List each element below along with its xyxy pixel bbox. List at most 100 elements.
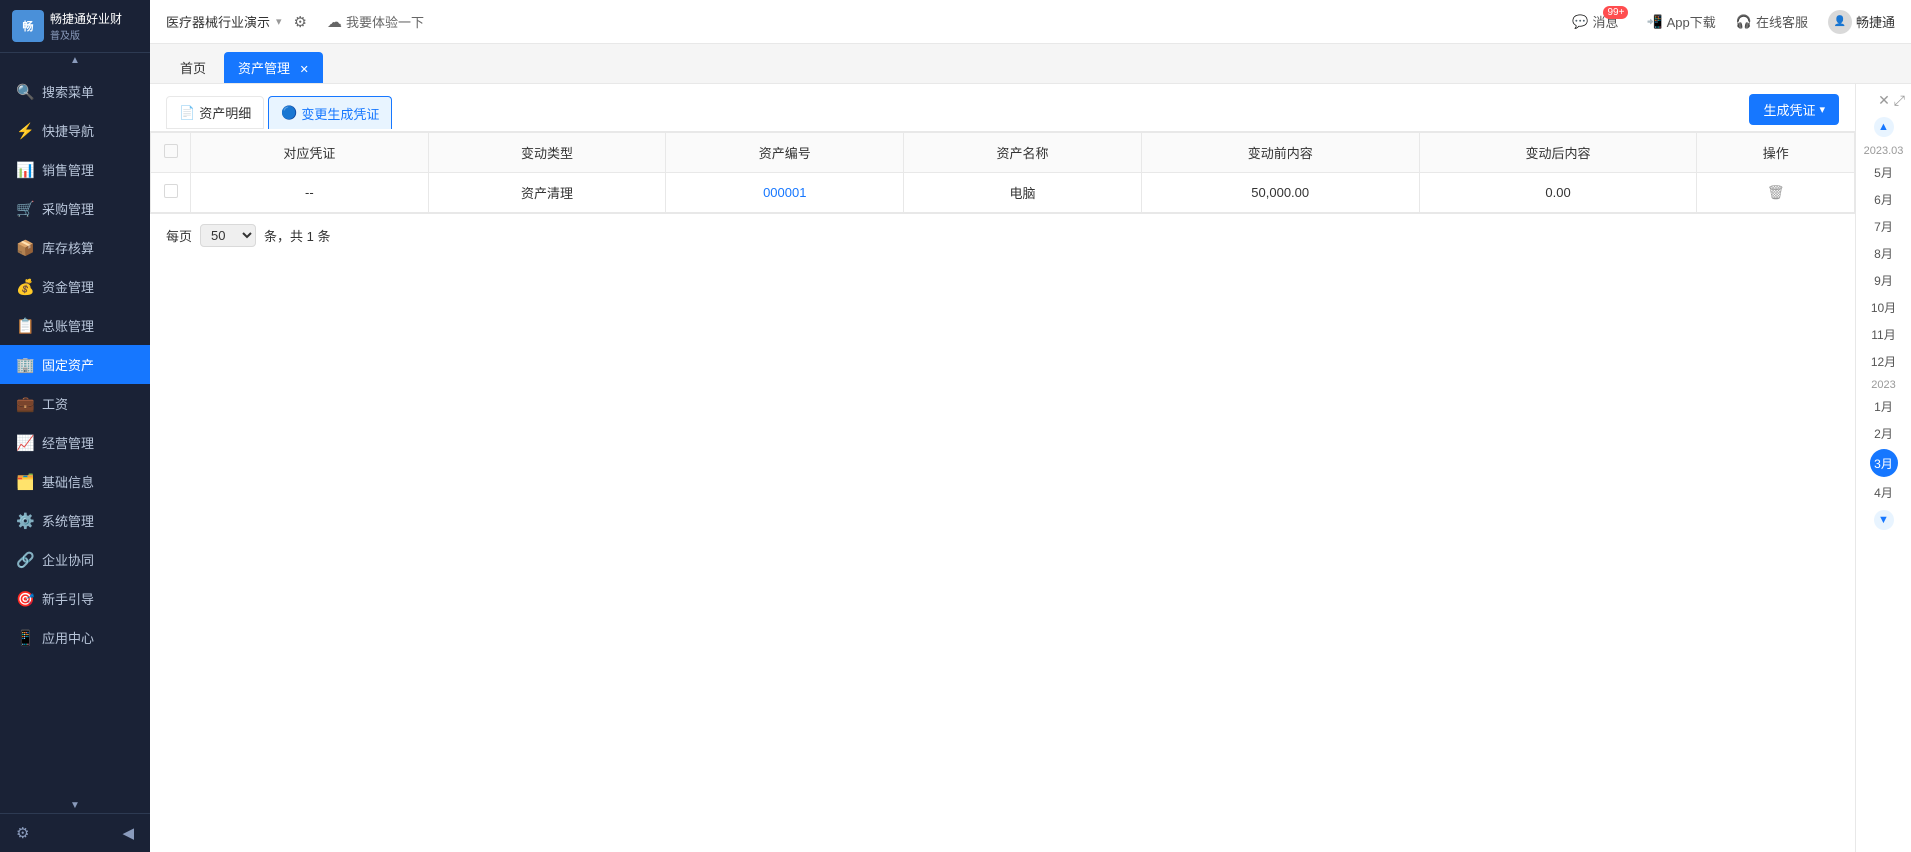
row-checkbox[interactable]	[164, 184, 178, 198]
tab-close-icon[interactable]: ✕	[300, 64, 309, 76]
delete-row-icon[interactable]: 🗑	[1767, 184, 1785, 200]
message-action[interactable]: 💬 消息 99+	[1572, 12, 1618, 31]
sidebar-item-management[interactable]: 📈 经营管理	[0, 423, 150, 462]
timeline-scroll-up: ▲	[1862, 113, 1905, 141]
timeline-month-3-current[interactable]: 3月	[1870, 449, 1898, 477]
timeline-year-2023: 2023	[1862, 375, 1905, 393]
timeline-month-5[interactable]: 5月	[1862, 159, 1905, 186]
management-icon: 📈	[16, 434, 34, 452]
sidebar-item-basic[interactable]: 🗂️ 基础信息	[0, 462, 150, 501]
col-action: 操作	[1697, 133, 1855, 173]
sidebar-label-fixedasset: 固定资产	[42, 355, 94, 374]
timeline-month-4[interactable]: 4月	[1862, 479, 1905, 506]
tab-home-label: 首页	[180, 61, 206, 76]
logo-title: 畅捷通好业财	[50, 10, 122, 27]
timeline-month-8[interactable]: 8月	[1862, 240, 1905, 267]
col-after: 变动后内容	[1419, 133, 1697, 173]
tab-asset[interactable]: 资产管理 ✕	[224, 52, 323, 83]
sidebar-label-guide: 新手引导	[42, 589, 94, 608]
total-label: 条，共 1 条	[264, 226, 330, 245]
sidebar-item-fixedasset[interactable]: 🏢 固定资产	[0, 345, 150, 384]
sidebar-nav: 🔍 搜索菜单 ⚡ 快捷导航 📊 销售管理 🛒 采购管理 📦 库存核算 💰 资金管…	[0, 68, 150, 798]
logo-icon: 畅	[12, 10, 44, 42]
sidebar-scroll-down[interactable]: ▼	[70, 800, 80, 811]
row-type: 资产清理	[428, 173, 666, 213]
fixedasset-icon: 🏢	[16, 356, 34, 374]
user-menu[interactable]: 👤 畅捷通	[1828, 10, 1895, 34]
sidebar-item-system[interactable]: ⚙️ 系统管理	[0, 501, 150, 540]
basic-icon: 🗂️	[16, 473, 34, 491]
per-page-select[interactable]: 50 10 20 100	[200, 224, 256, 247]
collapse-icon[interactable]: ◀	[122, 824, 134, 842]
changerecord-icon: 🔵	[281, 105, 297, 121]
sidebar-item-inventory[interactable]: 📦 库存核算	[0, 228, 150, 267]
topbar-right: 💬 消息 99+ 📲 App下载 🎧 在线客服 👤 畅捷通	[1572, 10, 1895, 34]
row-assetno: 000001	[666, 173, 904, 213]
sidebar-item-ledger[interactable]: 📋 总账管理	[0, 306, 150, 345]
row-before: 50,000.00	[1141, 173, 1419, 213]
subtab-assetlist[interactable]: 📄 资产明细	[166, 96, 264, 129]
tab-home[interactable]: 首页	[166, 52, 220, 83]
timeline-up-arrow[interactable]: ▲	[1874, 117, 1894, 137]
sidebar-item-purchase[interactable]: 🛒 采购管理	[0, 189, 150, 228]
sidebar-item-enterprise[interactable]: 🔗 企业协同	[0, 540, 150, 579]
settings-gear-icon[interactable]: ⚙	[294, 13, 307, 31]
timeline-month-11[interactable]: 11月	[1862, 321, 1905, 348]
timeline-month-9[interactable]: 9月	[1862, 267, 1905, 294]
timeline-month-10[interactable]: 10月	[1862, 294, 1905, 321]
row-voucher: --	[191, 173, 429, 213]
message-icon: 💬	[1572, 14, 1588, 30]
data-table: 对应凭证 变动类型 资产编号 资产名称 变动前内容 变动后内容 操作	[150, 132, 1855, 213]
company-selector[interactable]: 医疗器械行业演示 ▾	[166, 12, 282, 31]
sidebar-scroll-up[interactable]: ▲	[70, 55, 80, 66]
settings-icon[interactable]: ⚙	[16, 824, 29, 842]
system-icon: ⚙️	[16, 512, 34, 530]
service-label: 在线客服	[1756, 12, 1808, 31]
timeline-month-7[interactable]: 7月	[1862, 213, 1905, 240]
service-icon: 🎧	[1736, 14, 1752, 30]
subtab-changerecord[interactable]: 🔵 变更生成凭证	[268, 96, 392, 129]
app-download-action[interactable]: 📲 App下载	[1646, 12, 1715, 31]
timeline-month-6[interactable]: 6月	[1862, 186, 1905, 213]
main-area: 医疗器械行业演示 ▾ ⚙ ☁ 我要体验一下 💬 消息 99+ 📲 App下载 🎧…	[150, 0, 1911, 852]
purchase-icon: 🛒	[16, 200, 34, 218]
experience-button[interactable]: ☁ 我要体验一下	[327, 12, 424, 31]
subtab-left: 📄 资产明细 🔵 变更生成凭证	[166, 96, 392, 129]
select-all-checkbox[interactable]	[164, 144, 178, 158]
sidebar-label-enterprise: 企业协同	[42, 550, 94, 569]
timeline-down-arrow[interactable]: ▼	[1874, 510, 1894, 530]
sidebar-label-salary: 工资	[42, 394, 68, 413]
side-panel: ✕ ⤢ ▲ 2023.03 5月 6月 7月 8月 9月 10月 11月 12月…	[1855, 84, 1911, 852]
timeline-month-12[interactable]: 12月	[1862, 348, 1905, 375]
sidebar-item-salary[interactable]: 💼 工资	[0, 384, 150, 423]
inventory-icon: 📦	[16, 239, 34, 257]
sidebar-item-capital[interactable]: 💰 资金管理	[0, 267, 150, 306]
sidebar-item-sales[interactable]: 📊 销售管理	[0, 150, 150, 189]
generate-voucher-button[interactable]: 生成凭证 ▾	[1749, 94, 1839, 125]
user-name: 畅捷通	[1856, 12, 1895, 31]
capital-icon: 💰	[16, 278, 34, 296]
col-assetname: 资产名称	[904, 133, 1142, 173]
timeline: ▲ 2023.03 5月 6月 7月 8月 9月 10月 11月 12月 202…	[1856, 113, 1911, 852]
service-action[interactable]: 🎧 在线客服	[1736, 12, 1808, 31]
timeline-scroll-down: ▼	[1862, 506, 1905, 534]
sidebar-label-search: 搜索菜单	[42, 82, 94, 101]
sidebar-item-appcenter[interactable]: 📱 应用中心	[0, 618, 150, 657]
col-check	[151, 133, 191, 173]
table-header-row: 对应凭证 变动类型 资产编号 资产名称 变动前内容 变动后内容 操作	[151, 133, 1855, 173]
sidebar-label-appcenter: 应用中心	[42, 628, 94, 647]
per-page-label: 每页	[166, 226, 192, 245]
sidebar-item-search[interactable]: 🔍 搜索菜单	[0, 72, 150, 111]
timeline-month-1[interactable]: 1月	[1862, 393, 1905, 420]
search-icon: 🔍	[16, 83, 34, 101]
subtab-bar: 📄 资产明细 🔵 变更生成凭证 生成凭证 ▾	[150, 84, 1855, 132]
sidebar-label-system: 系统管理	[42, 511, 94, 530]
row-action-cell: 🗑	[1697, 173, 1855, 213]
sidebar-item-quicknav[interactable]: ⚡ 快捷导航	[0, 111, 150, 150]
timeline-month-2[interactable]: 2月	[1862, 420, 1905, 447]
panel-expand-button[interactable]: ⤢	[1894, 92, 1905, 109]
app-download-label: App下载	[1667, 12, 1716, 31]
sidebar-item-guide[interactable]: 🎯 新手引导	[0, 579, 150, 618]
pagination-bar: 每页 50 10 20 100 条，共 1 条	[150, 213, 1855, 257]
panel-close-button[interactable]: ✕	[1878, 92, 1890, 109]
